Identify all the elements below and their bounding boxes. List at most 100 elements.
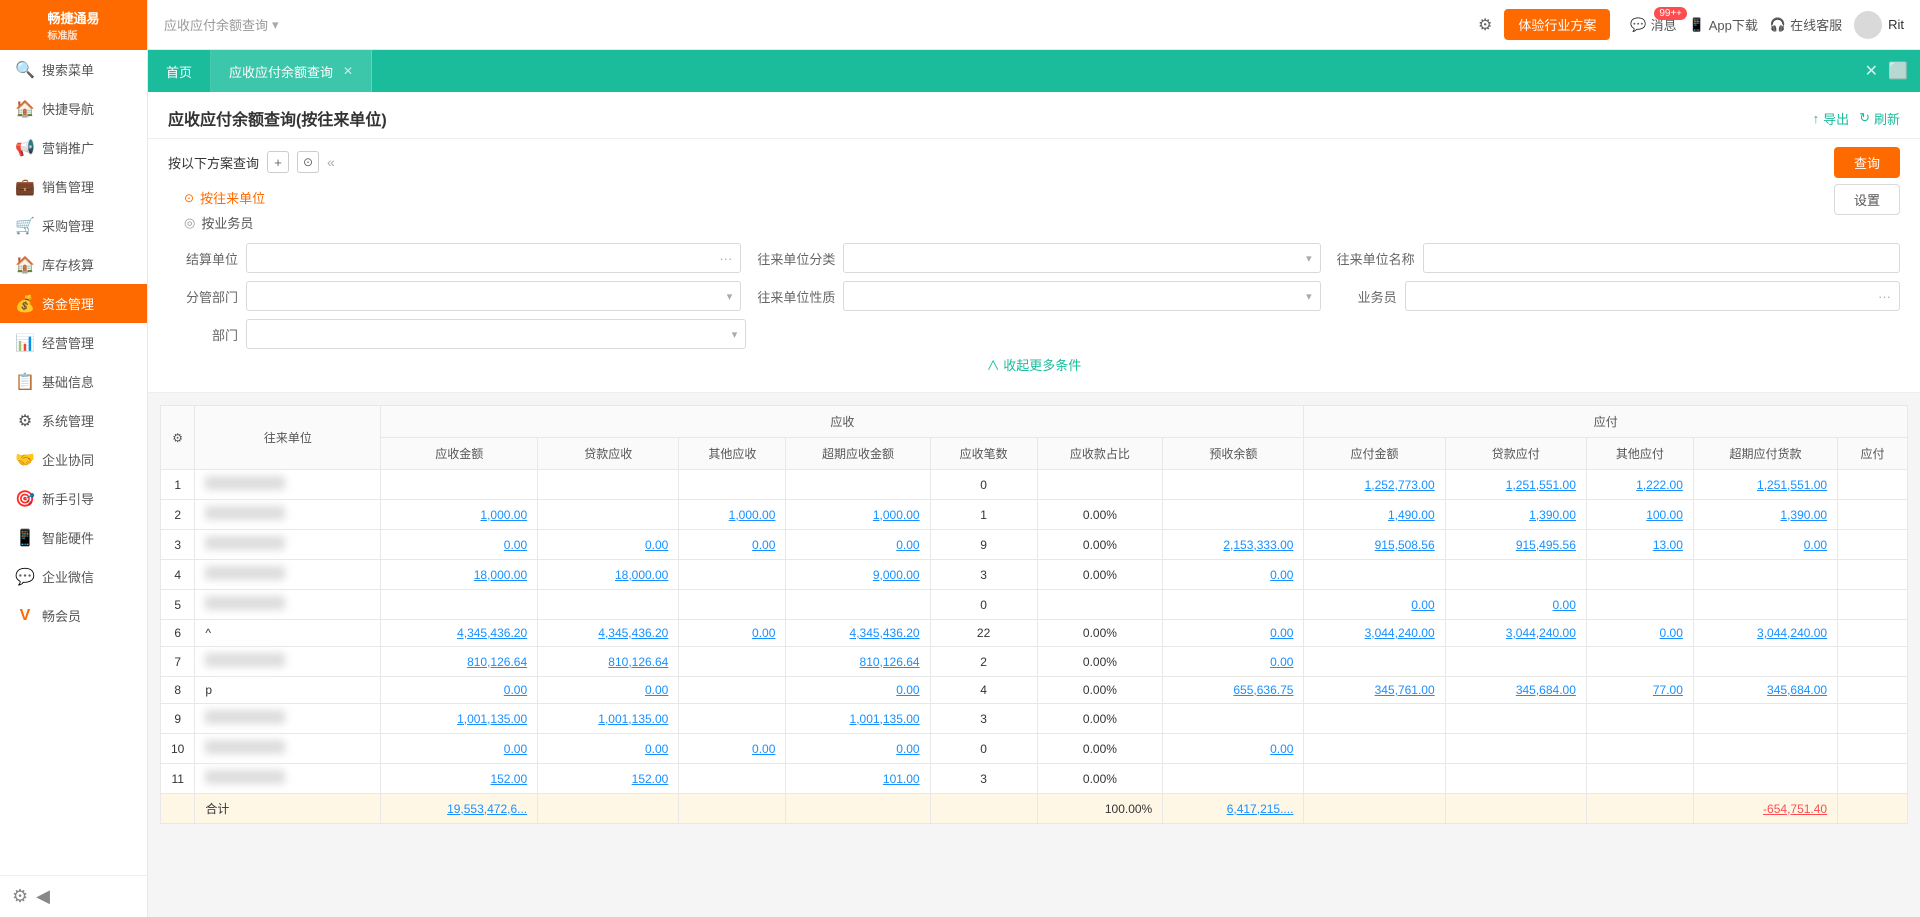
close-window-icon[interactable]: ✕	[1865, 61, 1878, 81]
tab-close-icon[interactable]: ✕	[343, 64, 353, 78]
sidebar-item-marketing[interactable]: 📢 营销推广	[0, 128, 147, 167]
notification-badge: 99++	[1654, 7, 1686, 20]
sidebar-item-collab[interactable]: 🤝 企业协同	[0, 440, 147, 479]
total-ar-amount[interactable]: 19,553,472,6...	[381, 794, 538, 824]
salesman-input[interactable]: ···	[1405, 281, 1900, 311]
sidebar-item-basic[interactable]: 📋 基础信息	[0, 362, 147, 401]
refresh-button[interactable]: ↻ 刷新	[1859, 109, 1900, 128]
sidebar-item-wechat[interactable]: 💬 企业微信	[0, 557, 147, 596]
tab-home[interactable]: 首页	[148, 50, 211, 92]
sidebar-item-hardware[interactable]: 📱 智能硬件	[0, 518, 147, 557]
user-menu[interactable]: Rit	[1854, 11, 1904, 39]
unit-nature-input[interactable]: ▾	[843, 281, 1320, 311]
dots-icon-2: ···	[1878, 289, 1891, 304]
sidebar-item-search[interactable]: 🔍 搜索菜单	[0, 50, 147, 89]
sidebar-label-purchase: 采购管理	[42, 216, 94, 235]
query-button[interactable]: 查询	[1834, 147, 1900, 178]
th-group-ar: 应收	[381, 406, 1304, 438]
tabbar: 首页 应收应付余额查询 ✕ ✕ ⬜	[148, 50, 1920, 92]
filter-label: 按以下方案查询	[168, 153, 259, 172]
system-icon: ⚙	[16, 412, 34, 430]
total-prepay[interactable]: 6,417,215....	[1163, 794, 1304, 824]
row-index: 2	[161, 500, 195, 530]
department-input[interactable]: ▾	[246, 319, 746, 349]
dept-input[interactable]: ▾	[246, 281, 741, 311]
sidebar-item-purchase[interactable]: 🛒 采购管理	[0, 206, 147, 245]
sidebar-item-sales[interactable]: 💼 销售管理	[0, 167, 147, 206]
app-download-item[interactable]: 📱 App下载	[1689, 15, 1758, 34]
filter-row-3: 部门 ▾	[178, 319, 1900, 349]
field-unit-nature: 往来单位性质 ▾	[757, 281, 1320, 311]
th-ar-ratio: 应收款占比	[1037, 438, 1163, 470]
breadcrumb-text: 应收应付余额查询	[164, 15, 268, 34]
sidebar-item-guide[interactable]: 🎯 新手引导	[0, 479, 147, 518]
sidebar-item-quicknav[interactable]: 🏠 快捷导航	[0, 89, 147, 128]
row-index: 11	[161, 764, 195, 794]
row-index: 8	[161, 677, 195, 704]
sidebar-item-inventory[interactable]: 🏠 库存核算	[0, 245, 147, 284]
th-other-ap: 其他应付	[1586, 438, 1693, 470]
row-index: 4	[161, 560, 195, 590]
sidebar-label-finance: 资金管理	[42, 294, 94, 313]
th-overdue-ap: 超期应付货款	[1693, 438, 1837, 470]
settlement-unit-input[interactable]: ···	[246, 243, 741, 273]
inventory-icon: 🏠	[16, 256, 34, 274]
online-service-item[interactable]: 🎧 在线客服	[1770, 15, 1842, 34]
tab-home-label: 首页	[166, 62, 192, 81]
field-label-unitname: 往来单位名称	[1337, 249, 1415, 268]
sidebar-item-finance[interactable]: 💰 资金管理	[0, 284, 147, 323]
filter-scheme-button[interactable]: ⊙	[297, 151, 319, 173]
filter-more-btn[interactable]: ∧ 收起更多条件	[168, 349, 1900, 380]
row-unit	[195, 647, 381, 677]
refresh-icon: ↻	[1859, 110, 1870, 126]
unit-name-input[interactable]	[1423, 243, 1900, 273]
home-icon: 🏠	[16, 100, 34, 118]
row-index: 1	[161, 470, 195, 500]
filter-row-1: 结算单位 ··· 往来单位分类 ▾ 往来单位	[178, 243, 1900, 273]
filter-add-button[interactable]: +	[267, 151, 289, 173]
online-service-icon: 🎧	[1770, 17, 1786, 33]
table-row: 418,000.0018,000.009,000.0030.00%0.00	[161, 560, 1908, 590]
scheme-item-unit[interactable]: ⊙ 按往来单位	[178, 185, 1900, 210]
table-settings-button[interactable]: 设置	[1834, 184, 1900, 215]
tab-arbalance[interactable]: 应收应付余额查询 ✕	[211, 50, 372, 92]
table-row: 101,252,773.001,251,551.001,222.001,251,…	[161, 470, 1908, 500]
row-index: 7	[161, 647, 195, 677]
purchase-icon: 🛒	[16, 217, 34, 235]
scheme-item-salesman[interactable]: ◎ 按业务员	[178, 210, 1900, 235]
sidebar-item-operations[interactable]: 📊 经营管理	[0, 323, 147, 362]
row-unit: ^	[195, 620, 381, 647]
tab-controls: ✕ ⬜	[1853, 50, 1920, 92]
sidebar-label-operations: 经营管理	[42, 333, 94, 352]
sidebar-label-quicknav: 快捷导航	[42, 99, 94, 118]
logo-sub: 标准版	[47, 27, 99, 42]
th-ap-last: 应付	[1838, 438, 1908, 470]
app-download-icon: 📱	[1689, 17, 1705, 33]
unit-category-input[interactable]: ▾	[843, 243, 1320, 273]
notification-item[interactable]: 💬 消息 99++	[1630, 15, 1676, 34]
row-unit	[195, 704, 381, 734]
row-unit	[195, 530, 381, 560]
scheme-label-unit: 按往来单位	[200, 188, 265, 207]
main-area: 应收应付余额查询 ▾ ⚙ 体验行业方案 💬 消息 99++ 📱 App下载 🎧 …	[148, 0, 1920, 917]
maximize-icon[interactable]: ⬜	[1888, 61, 1908, 81]
settings-topbar-icon[interactable]: ⚙	[1478, 15, 1492, 35]
total-overdue-ap[interactable]: -654,751.40	[1693, 794, 1837, 824]
filter-collapse-icon[interactable]: «	[327, 154, 335, 170]
sidebar-item-member[interactable]: V 畅会员	[0, 596, 147, 635]
page-actions: ↑ 导出 ↻ 刷新	[1813, 109, 1900, 128]
promo-button[interactable]: 体验行业方案	[1504, 9, 1610, 40]
dropdown-icon-2: ▾	[727, 290, 733, 303]
th-ap-amount: 应付金额	[1304, 438, 1445, 470]
sidebar-item-system[interactable]: ⚙ 系统管理	[0, 401, 147, 440]
export-button[interactable]: ↑ 导出	[1813, 109, 1850, 128]
marketing-icon: 📢	[16, 139, 34, 157]
basic-icon: 📋	[16, 373, 34, 391]
wechat-icon: 💬	[16, 568, 34, 586]
th-settings[interactable]: ⚙	[161, 406, 195, 470]
th-ar-amount: 应收金额	[381, 438, 538, 470]
field-unit-category: 往来单位分类 ▾	[757, 243, 1320, 273]
dropdown-icon-3: ▾	[1306, 290, 1312, 303]
collapse-icon[interactable]: ◀	[36, 886, 50, 907]
settings-bottom-icon[interactable]: ⚙	[12, 886, 28, 907]
